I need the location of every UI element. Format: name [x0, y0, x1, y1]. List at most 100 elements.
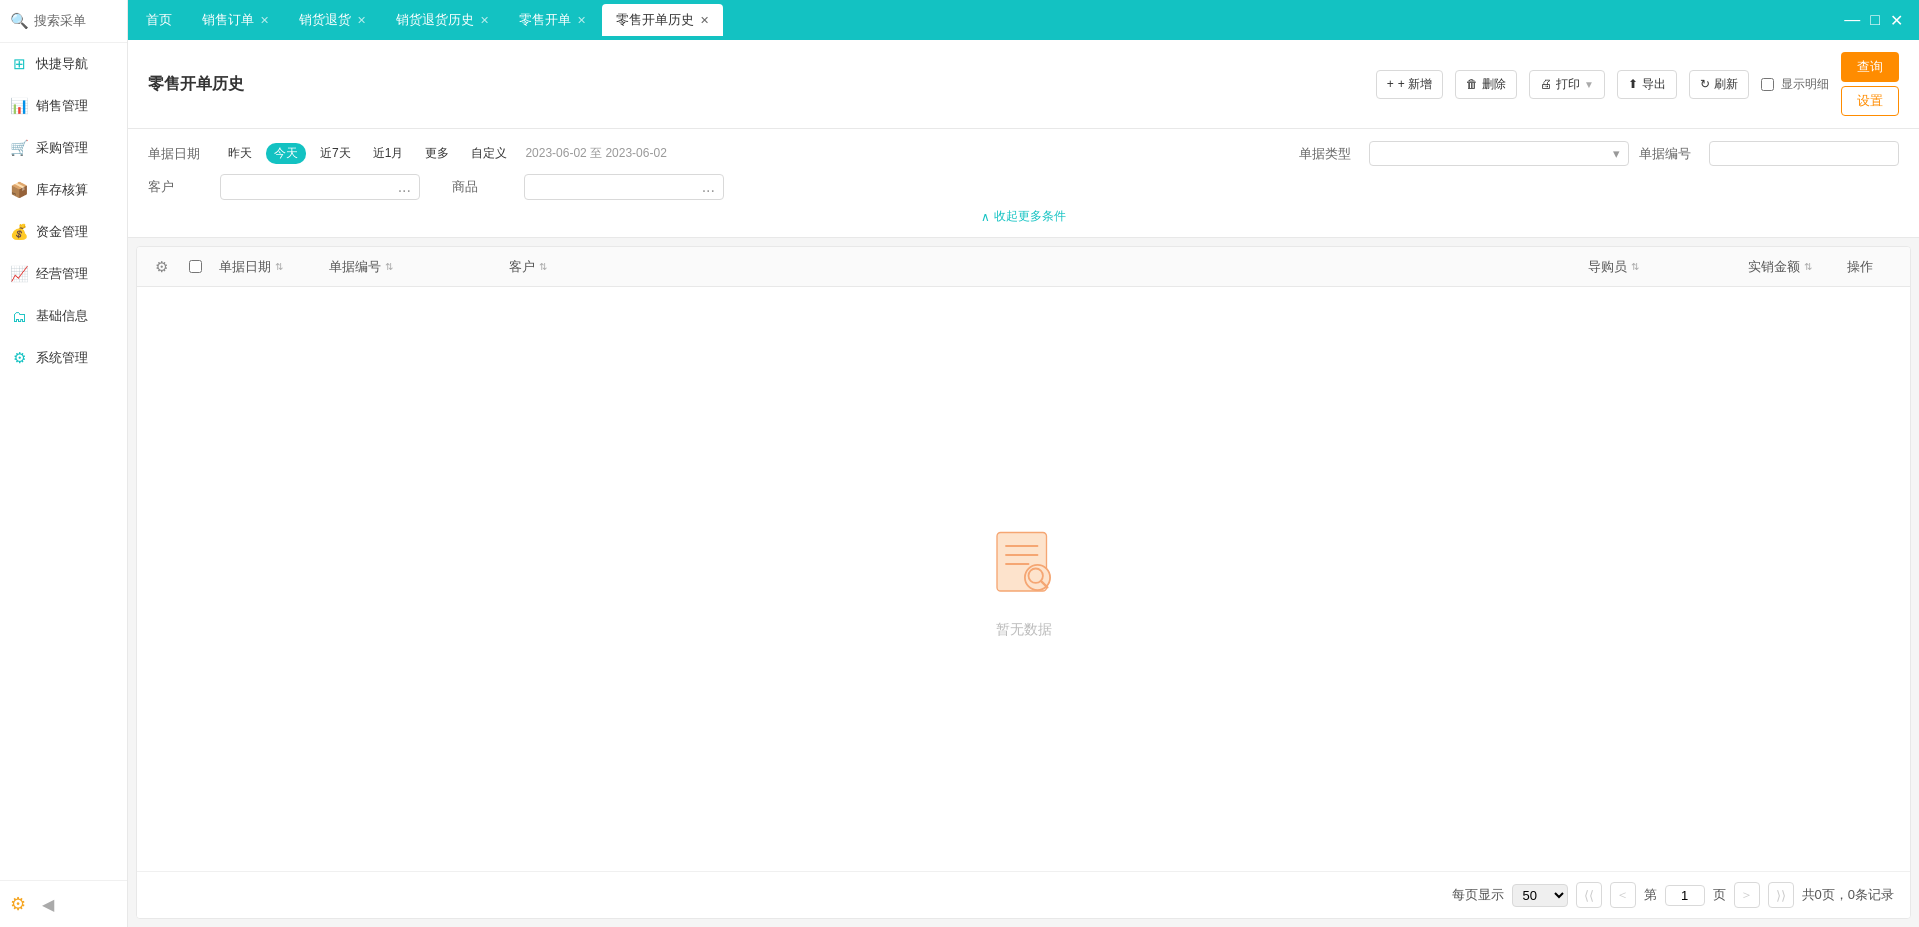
delete-button[interactable]: 🗑 删除 [1455, 70, 1517, 99]
tab-sales-order[interactable]: 销售订单 ✕ [188, 4, 283, 36]
col-num-sort[interactable]: ⇅ [385, 261, 393, 272]
per-page-select[interactable]: 50 10 20 100 [1512, 884, 1568, 907]
tab-sales-return-history-label: 销货退货历史 [396, 11, 474, 29]
sidebar-item-label: 资金管理 [36, 223, 88, 241]
sidebar-item-label: 快捷导航 [36, 55, 88, 73]
tab-sales-return-history[interactable]: 销货退货历史 ✕ [382, 4, 503, 36]
col-num: 单据编号 ⇅ [321, 258, 501, 276]
sidebar-item-label: 销售管理 [36, 97, 88, 115]
tab-home[interactable]: 首页 [132, 4, 186, 36]
col-buyer-sort[interactable]: ⇅ [1631, 261, 1639, 272]
sidebar-item-system-mgmt[interactable]: ⚙ 系统管理 [0, 337, 127, 379]
col-action: 操作 [1820, 258, 1900, 276]
table-area: ⚙ 单据日期 ⇅ 单据编号 ⇅ 客户 ⇅ 导购员 ⇅ [136, 246, 1911, 919]
date-option-yesterday[interactable]: 昨天 [220, 143, 260, 164]
prev-page-btn[interactable]: ＜ [1610, 882, 1636, 908]
tab-retail-history-close[interactable]: ✕ [700, 14, 709, 27]
date-range-display: 2023-06-02 至 2023-06-02 [525, 145, 666, 162]
print-icon: 🖨 [1540, 77, 1552, 91]
total-info: 共0页，0条记录 [1802, 886, 1894, 904]
tab-sales-return-close[interactable]: ✕ [357, 14, 366, 27]
close-btn[interactable]: ✕ [1890, 11, 1903, 30]
tab-sales-return-history-close[interactable]: ✕ [480, 14, 489, 27]
customer-label: 客户 [148, 178, 208, 196]
sidebar-item-label: 基础信息 [36, 307, 88, 325]
add-icon: + [1387, 77, 1394, 91]
basic-icon: 🗂 [10, 307, 28, 325]
add-button[interactable]: + + 新增 [1376, 70, 1443, 99]
finance-icon: 💰 [10, 223, 28, 241]
settings-icon[interactable]: ⚙ [10, 893, 26, 915]
select-all-checkbox-col [179, 260, 211, 273]
date-option-today[interactable]: 今天 [266, 143, 306, 164]
sidebar-item-inventory[interactable]: 📦 库存核算 [0, 169, 127, 211]
sidebar-item-quick-nav[interactable]: ⊞ 快捷导航 [0, 43, 127, 85]
filter-area: 单据日期 昨天 今天 近7天 近1月 更多 自定义 2023-06-02 至 2… [128, 129, 1919, 238]
last-page-btn[interactable]: ⟩⟩ [1768, 882, 1794, 908]
col-customer: 客户 ⇅ [501, 258, 1580, 276]
col-num-label: 单据编号 [329, 258, 381, 276]
product-dots[interactable]: ... [702, 178, 715, 196]
sidebar-search[interactable]: 🔍 搜索采单 [0, 0, 127, 43]
filter-row-2: 客户 ... 商品 ... [148, 174, 1899, 200]
first-page-btn[interactable]: ⟨⟨ [1576, 882, 1602, 908]
minimize-btn[interactable]: — [1844, 11, 1860, 30]
sales-icon: 📊 [10, 97, 28, 115]
pagination: 每页显示 50 10 20 100 ⟨⟨ ＜ 第 页 ＞ ⟩⟩ 共0页，0条记录 [137, 871, 1910, 918]
date-option-custom[interactable]: 自定义 [463, 143, 515, 164]
doc-num-input[interactable] [1709, 141, 1899, 166]
col-amount: 实销金额 ⇅ [1700, 258, 1820, 276]
tab-sales-order-close[interactable]: ✕ [260, 14, 269, 27]
doc-type-select[interactable]: ▾ [1369, 141, 1629, 166]
col-date-sort[interactable]: ⇅ [275, 261, 283, 272]
query-button[interactable]: 查询 [1841, 52, 1899, 82]
col-customer-sort[interactable]: ⇅ [539, 261, 547, 272]
refresh-button[interactable]: ↻ 刷新 [1689, 70, 1749, 99]
print-button[interactable]: 🖨 打印 ▼ [1529, 70, 1605, 99]
display-toggle[interactable]: 显示明细 [1761, 76, 1829, 93]
tab-retail-history[interactable]: 零售开单历史 ✕ [602, 4, 723, 36]
tab-home-label: 首页 [146, 11, 172, 29]
settings-button[interactable]: 设置 [1841, 86, 1899, 116]
sidebar-item-purchase-mgmt[interactable]: 🛒 采购管理 [0, 127, 127, 169]
filter-row-1: 单据日期 昨天 今天 近7天 近1月 更多 自定义 2023-06-02 至 2… [148, 141, 1899, 166]
col-buyer: 导购员 ⇅ [1580, 258, 1700, 276]
export-button[interactable]: ⬆ 导出 [1617, 70, 1677, 99]
sidebar-item-sales-mgmt[interactable]: 📊 销售管理 [0, 85, 127, 127]
sidebar-item-label: 库存核算 [36, 181, 88, 199]
doc-type-label: 单据类型 [1299, 145, 1359, 163]
collapse-filter-btn[interactable]: ∧ 收起更多条件 [148, 208, 1899, 225]
sidebar-item-basic-info[interactable]: 🗂 基础信息 [0, 295, 127, 337]
select-all-checkbox[interactable] [189, 260, 202, 273]
tab-sales-return[interactable]: 销货退货 ✕ [285, 4, 380, 36]
product-label: 商品 [452, 178, 512, 196]
sidebar-item-finance-mgmt[interactable]: 💰 资金管理 [0, 211, 127, 253]
page-suffix: 页 [1713, 886, 1726, 904]
empty-text: 暂无数据 [996, 621, 1052, 639]
tab-retail-history-label: 零售开单历史 [616, 11, 694, 29]
column-settings-btn[interactable]: ⚙ [147, 258, 179, 276]
date-options: 昨天 今天 近7天 近1月 更多 自定义 2023-06-02 至 2023-0… [220, 143, 667, 164]
tab-retail-open[interactable]: 零售开单 ✕ [505, 4, 600, 36]
sidebar-item-business-mgmt[interactable]: 📈 经营管理 [0, 253, 127, 295]
page-input[interactable] [1665, 885, 1705, 906]
customer-input[interactable]: ... [220, 174, 420, 200]
search-icon: 🔍 [10, 12, 28, 30]
next-page-btn[interactable]: ＞ [1734, 882, 1760, 908]
maximize-btn[interactable]: □ [1870, 11, 1880, 30]
export-icon: ⬆ [1628, 77, 1638, 91]
product-input[interactable]: ... [524, 174, 724, 200]
col-action-label: 操作 [1847, 258, 1873, 276]
collapse-sidebar-icon[interactable]: ◀ [42, 895, 54, 914]
sidebar: 🔍 搜索采单 ⊞ 快捷导航 📊 销售管理 🛒 采购管理 📦 库存核算 💰 资金管… [0, 0, 128, 927]
collapse-up-icon: ∧ [981, 210, 990, 224]
date-option-last-month[interactable]: 近1月 [365, 143, 412, 164]
display-toggle-checkbox[interactable] [1761, 78, 1774, 91]
date-option-last7[interactable]: 近7天 [312, 143, 359, 164]
date-option-more[interactable]: 更多 [417, 143, 457, 164]
tab-retail-open-close[interactable]: ✕ [577, 14, 586, 27]
col-amount-sort[interactable]: ⇅ [1804, 261, 1812, 272]
sidebar-search-label: 搜索采单 [34, 12, 86, 30]
empty-state: 暂无数据 [137, 287, 1910, 871]
customer-dots[interactable]: ... [398, 178, 411, 196]
